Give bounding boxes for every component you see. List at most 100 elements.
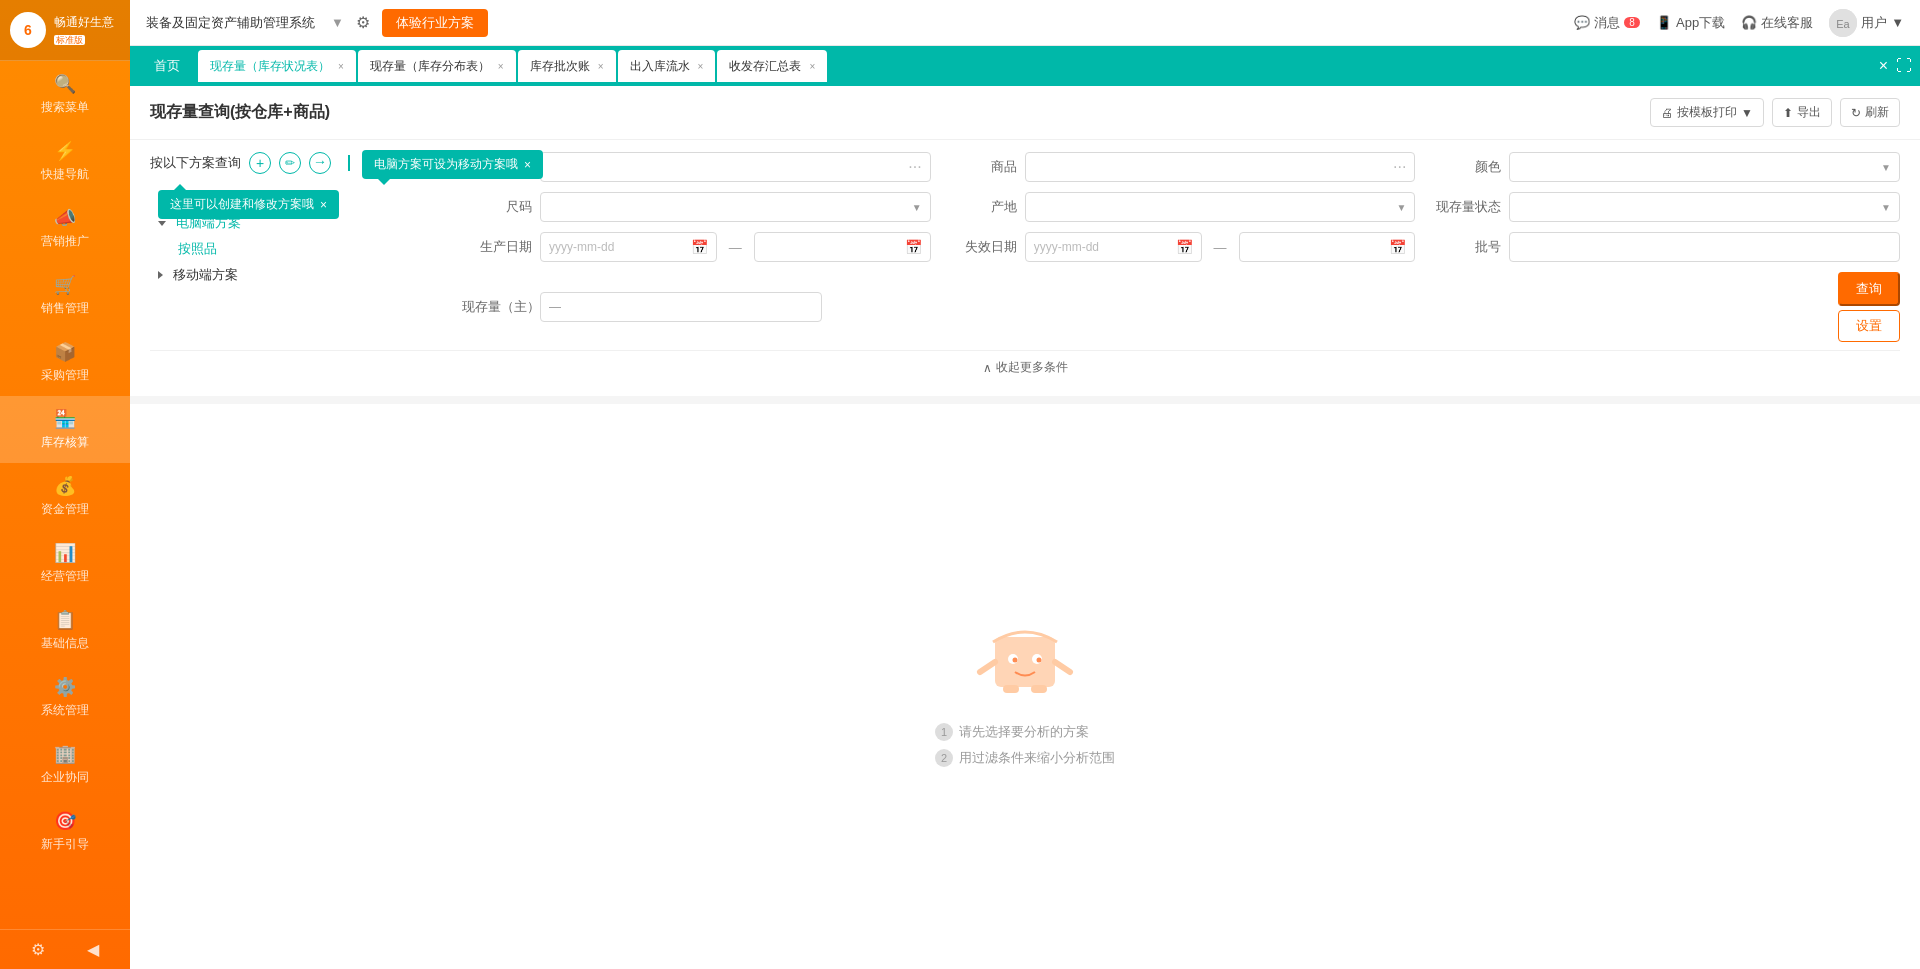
marketing-icon: 📣	[54, 207, 76, 229]
batch-field: 批号	[1431, 232, 1900, 262]
tooltip-1-close[interactable]: ×	[524, 158, 531, 172]
tooltip-text-2: 这里可以创建和修改方案哦	[170, 196, 314, 213]
batch-label: 批号	[1431, 238, 1501, 256]
expiry-date-end-input[interactable]: 📅	[1239, 232, 1416, 262]
expand-icon-mobile	[158, 271, 163, 279]
warehouse-input[interactable]: ···	[540, 152, 931, 182]
form-row-2: 尺码 ▼ 产地 ▼	[462, 192, 1900, 222]
sidebar-settings-btn[interactable]: ⚙	[31, 940, 45, 959]
color-input[interactable]: ▼	[1509, 152, 1900, 182]
sidebar-nav: 🔍 搜索菜单 ⚡ 快捷导航 📣 营销推广 🛒 销售管理 📦 采购管理 🏪 库存核…	[0, 61, 130, 929]
tooltip-arrow-down	[378, 179, 390, 185]
expiry-date-calendar-icon: 📅	[1176, 239, 1193, 255]
size-input[interactable]: ▼	[540, 192, 931, 222]
filter-label: 按以下方案查询	[150, 154, 241, 172]
settings-btn[interactable]: 设置	[1838, 310, 1900, 342]
sidebar-item-label: 搜索菜单	[41, 99, 89, 116]
sidebar-item-finance[interactable]: 💰 资金管理	[0, 463, 130, 530]
prod-date-label: 生产日期	[462, 238, 532, 256]
collapse-bar[interactable]: ∧ 收起更多条件	[150, 350, 1900, 384]
user-dropdown-icon: ▼	[1891, 15, 1904, 30]
sidebar-item-basic[interactable]: 📋 基础信息	[0, 597, 130, 664]
scheme-tree: 电脑端方案 按照品 移动端方案	[150, 210, 450, 288]
origin-field: 产地 ▼	[947, 192, 1416, 222]
message-icon: 💬	[1574, 15, 1590, 30]
system-dropdown-icon[interactable]: ▼	[331, 15, 344, 30]
sidebar-item-quicknav[interactable]: ⚡ 快捷导航	[0, 128, 130, 195]
template-print-btn[interactable]: 🖨 按模板打印 ▼	[1650, 98, 1764, 127]
tab-inout-flow-close[interactable]: ×	[698, 61, 704, 72]
settings-gear-btn[interactable]: ⚙	[356, 13, 370, 32]
user-area[interactable]: Ea 用户 ▼	[1829, 9, 1904, 37]
tab-inventory-dist-close[interactable]: ×	[498, 61, 504, 72]
sidebar-item-label: 经营管理	[41, 568, 89, 585]
export-btn[interactable]: ⬆ 导出	[1772, 98, 1832, 127]
add-scheme-btn[interactable]: +	[249, 152, 271, 174]
sidebar-item-search[interactable]: 🔍 搜索菜单	[0, 61, 130, 128]
scheme-pc-item1[interactable]: 按照品	[170, 236, 450, 262]
fullscreen-btn[interactable]: ⛶	[1896, 57, 1912, 75]
expiry-date-separator: —	[1214, 240, 1227, 255]
tab-inventory-status-close[interactable]: ×	[338, 61, 344, 72]
edit-scheme-btn[interactable]: ✏	[279, 152, 301, 174]
sales-icon: 🛒	[54, 274, 76, 296]
message-btn[interactable]: 💬 消息 8	[1574, 14, 1640, 32]
step-2-num: 2	[935, 749, 953, 767]
tab-batch-account-close[interactable]: ×	[598, 61, 604, 72]
sidebar-item-label: 资金管理	[41, 501, 89, 518]
sidebar: 6 畅通好生意 标准版 🔍 搜索菜单 ⚡ 快捷导航 📣 营销推广 🛒 销售管理 …	[0, 0, 130, 969]
sidebar-item-enterprise[interactable]: 🏢 企业协同	[0, 731, 130, 798]
message-badge: 8	[1624, 17, 1640, 28]
main-area: 装备及固定资产辅助管理系统 ▼ ⚙ 体验行业方案 💬 消息 8 📱 App下载 …	[130, 0, 1920, 969]
tab-collect-summary-close[interactable]: ×	[809, 61, 815, 72]
tab-inout-flow[interactable]: 出入库流水 ×	[618, 50, 716, 82]
expiry-date-input[interactable]: yyyy-mm-dd 📅	[1025, 232, 1202, 262]
sidebar-item-system[interactable]: ⚙️ 系统管理	[0, 664, 130, 731]
product-input[interactable]: ···	[1025, 152, 1416, 182]
origin-input[interactable]: ▼	[1025, 192, 1416, 222]
batch-input[interactable]	[1509, 232, 1900, 262]
step-1-num: 1	[935, 723, 953, 741]
form-row-3: 生产日期 yyyy-mm-dd 📅 — 📅	[462, 232, 1900, 262]
tab-right-actions: × ⛶	[1879, 57, 1912, 75]
app-download-btn[interactable]: 📱 App下载	[1656, 14, 1725, 32]
trial-btn[interactable]: 体验行业方案	[382, 9, 488, 37]
refresh-btn[interactable]: ↻ 刷新	[1840, 98, 1900, 127]
query-btn-group: 查询 设置	[1838, 272, 1900, 342]
tab-collect-summary[interactable]: 收发存汇总表 ×	[717, 50, 827, 82]
tab-inout-flow-label: 出入库流水	[630, 58, 690, 75]
refresh-icon: ↻	[1851, 106, 1861, 120]
tab-home[interactable]: 首页	[138, 46, 196, 86]
support-icon: 🎧	[1741, 15, 1757, 30]
back-btn[interactable]: ←	[309, 152, 331, 174]
expiry-date-label: 失效日期	[947, 238, 1017, 256]
app-download-label: App下载	[1676, 14, 1725, 32]
sidebar-collapse-btn[interactable]: ◀	[87, 940, 99, 959]
cursor-indicator	[348, 155, 350, 171]
sidebar-item-sales[interactable]: 🛒 销售管理	[0, 262, 130, 329]
sidebar-item-marketing[interactable]: 📣 营销推广	[0, 195, 130, 262]
close-all-tabs-btn[interactable]: ×	[1879, 57, 1888, 75]
online-support-btn[interactable]: 🎧 在线客服	[1741, 14, 1813, 32]
tab-inventory-status[interactable]: 现存量（库存状况表） ×	[198, 50, 356, 82]
collapse-label: 收起更多条件	[996, 359, 1068, 376]
sidebar-item-guide[interactable]: 🎯 新手引导	[0, 798, 130, 865]
message-label: 消息	[1594, 14, 1620, 32]
origin-arrow: ▼	[1396, 202, 1406, 213]
stock-status-input[interactable]: ▼	[1509, 192, 1900, 222]
stock-main-input[interactable]: —	[540, 292, 822, 322]
prod-date-end-input[interactable]: 📅	[754, 232, 931, 262]
quicknav-icon: ⚡	[54, 140, 76, 162]
tooltip-2-close[interactable]: ×	[320, 198, 327, 212]
tab-inventory-dist[interactable]: 现存量（库存分布表） ×	[358, 50, 516, 82]
sidebar-item-purchase[interactable]: 📦 采购管理	[0, 329, 130, 396]
scheme-pc-children: 按照品	[150, 236, 450, 262]
tooltip-scheme-mobile: 电脑方案可设为移动方案哦 ×	[362, 150, 543, 179]
sidebar-item-inventory[interactable]: 🏪 库存核算	[0, 396, 130, 463]
tab-batch-account[interactable]: 库存批次账 ×	[518, 50, 616, 82]
query-btn[interactable]: 查询	[1838, 272, 1900, 306]
scheme-mobile-group[interactable]: 移动端方案	[150, 262, 450, 288]
expand-icon-pc	[158, 221, 166, 226]
prod-date-input[interactable]: yyyy-mm-dd 📅	[540, 232, 717, 262]
sidebar-item-operations[interactable]: 📊 经营管理	[0, 530, 130, 597]
